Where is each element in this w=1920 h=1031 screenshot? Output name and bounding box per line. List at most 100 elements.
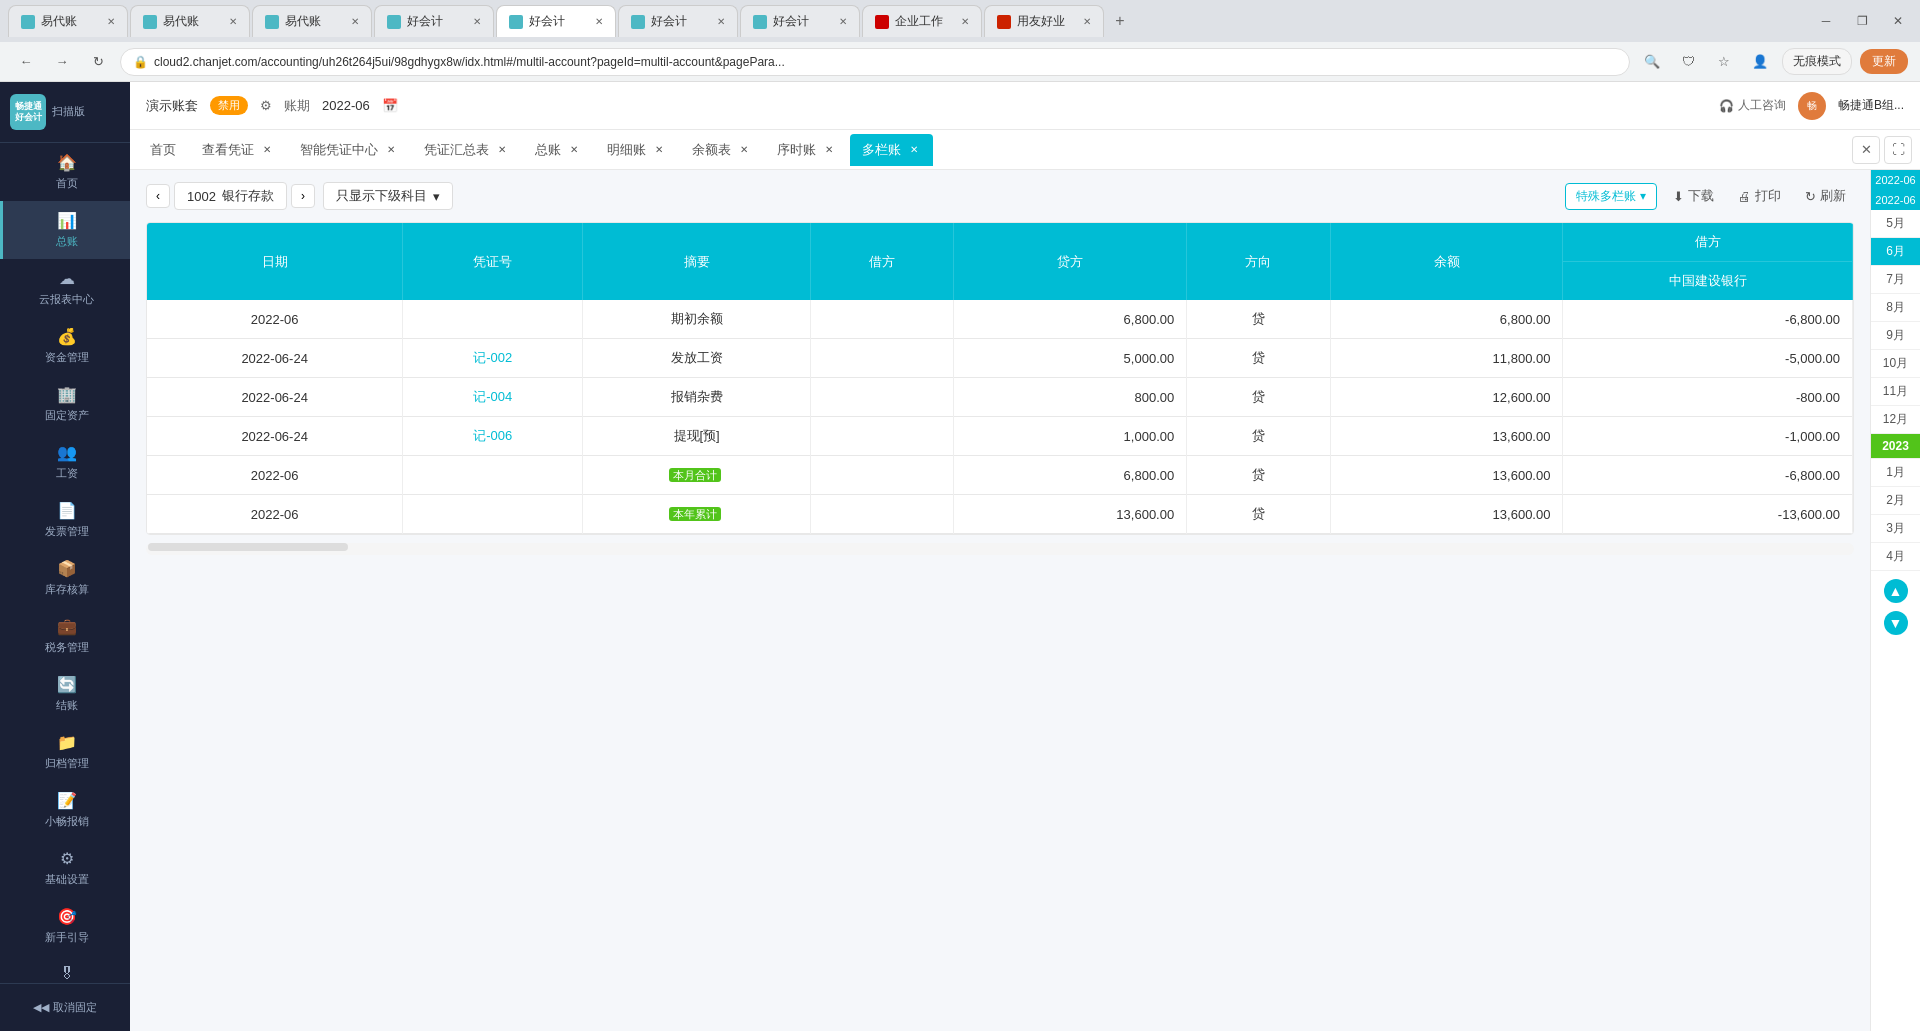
settings-gear-icon[interactable]: ⚙ <box>260 98 272 113</box>
sidebar-item-expense[interactable]: 📝 小畅报销 <box>0 781 130 839</box>
browser-tab-1[interactable]: 易代账 ✕ <box>8 5 128 37</box>
account-selector[interactable]: 1002 银行存款 <box>174 182 287 210</box>
print-button[interactable]: 🖨 打印 <box>1730 183 1789 209</box>
tab-voucher-summary[interactable]: 凭证汇总表 ✕ <box>412 134 521 166</box>
tab-smart-voucher[interactable]: 智能凭证中心 ✕ <box>288 134 410 166</box>
sidebar-item-cloud-report[interactable]: ☁ 云报表中心 <box>0 259 130 317</box>
download-button[interactable]: ⬇ 下载 <box>1665 183 1722 209</box>
tab-voucher-summary-close[interactable]: ✕ <box>495 143 509 157</box>
browser-tab-6[interactable]: 好会计 ✕ <box>618 5 738 37</box>
tab-general-ledger[interactable]: 总账 ✕ <box>523 134 593 166</box>
cal-month-7[interactable]: 7月 <box>1871 266 1920 294</box>
next-account-button[interactable]: › <box>291 184 315 208</box>
tab-home[interactable]: 首页 <box>138 134 188 166</box>
cal-month-10[interactable]: 10月 <box>1871 350 1920 378</box>
profile-icon[interactable]: 👤 <box>1746 48 1774 76</box>
star-icon[interactable]: ☆ <box>1710 48 1738 76</box>
tab-close-1[interactable]: ✕ <box>107 16 115 27</box>
sidebar-item-guide[interactable]: 🎯 新手引导 <box>0 897 130 955</box>
close-window-button[interactable]: ✕ <box>1884 7 1912 35</box>
tab-view-voucher-close[interactable]: ✕ <box>260 143 274 157</box>
tab-close-5[interactable]: ✕ <box>595 16 603 27</box>
tab-smart-voucher-close[interactable]: ✕ <box>384 143 398 157</box>
horizontal-scrollbar[interactable] <box>146 543 1854 555</box>
tab-view-voucher[interactable]: 查看凭证 ✕ <box>190 134 286 166</box>
back-button[interactable]: ← <box>12 48 40 76</box>
tab-multicolumn-ledger[interactable]: 多栏账 ✕ <box>850 134 933 166</box>
browser-tab-9[interactable]: 用友好业 ✕ <box>984 5 1104 37</box>
sidebar-item-settings-label: 基础设置 <box>45 872 89 887</box>
tab-close-3[interactable]: ✕ <box>351 16 359 27</box>
tab-general-ledger-close[interactable]: ✕ <box>567 143 581 157</box>
cal-month-6[interactable]: 6月 <box>1871 238 1920 266</box>
cal-month-8[interactable]: 8月 <box>1871 294 1920 322</box>
sidebar-item-member[interactable]: 🎖 畅会员 <box>0 955 130 983</box>
sidebar-item-fixed-assets[interactable]: 🏢 固定资产 <box>0 375 130 433</box>
restore-button[interactable]: ❐ <box>1848 7 1876 35</box>
sidebar-item-tax[interactable]: 💼 税务管理 <box>0 607 130 665</box>
browser-tab-7[interactable]: 好会计 ✕ <box>740 5 860 37</box>
prev-account-button[interactable]: ‹ <box>146 184 170 208</box>
address-bar[interactable]: 🔒 cloud2.chanjet.com/accounting/uh26t264… <box>120 48 1630 76</box>
cal-month-11[interactable]: 11月 <box>1871 378 1920 406</box>
browser-tab-3[interactable]: 易代账 ✕ <box>252 5 372 37</box>
browser-tab-5[interactable]: 好会计 ✕ <box>496 5 616 37</box>
tab-close-8[interactable]: ✕ <box>961 16 969 27</box>
browser-tab-4[interactable]: 好会计 ✕ <box>374 5 494 37</box>
tab-detail-ledger[interactable]: 明细账 ✕ <box>595 134 678 166</box>
tab-multicolumn-close[interactable]: ✕ <box>907 143 921 157</box>
cal-month-5[interactable]: 5月 <box>1871 210 1920 238</box>
cal-month-9[interactable]: 9月 <box>1871 322 1920 350</box>
cal-month-3-2023[interactable]: 3月 <box>1871 515 1920 543</box>
sidebar-item-archive[interactable]: 📁 归档管理 <box>0 723 130 781</box>
cal-up-button[interactable]: ▲ <box>1884 579 1908 603</box>
voucher-link-2[interactable]: 记-004 <box>473 389 512 404</box>
reload-button[interactable]: ↻ <box>84 48 112 76</box>
consultant-button[interactable]: 🎧 人工咨询 <box>1719 97 1786 114</box>
sidebar-item-home[interactable]: 🏠 首页 <box>0 143 130 201</box>
cal-month-2-2023[interactable]: 2月 <box>1871 487 1920 515</box>
tab-close-9[interactable]: ✕ <box>1083 16 1091 27</box>
sidebar-item-payroll[interactable]: 👥 工资 <box>0 433 130 491</box>
sidebar-item-funds[interactable]: 💰 资金管理 <box>0 317 130 375</box>
shield-icon[interactable]: 🛡 <box>1674 48 1702 76</box>
tab-detail-ledger-close[interactable]: ✕ <box>652 143 666 157</box>
tab-close-2[interactable]: ✕ <box>229 16 237 27</box>
voucher-link-1[interactable]: 记-002 <box>473 350 512 365</box>
minimize-button[interactable]: ─ <box>1812 7 1840 35</box>
browser-tab-2[interactable]: 易代账 ✕ <box>130 5 250 37</box>
print-label: 打印 <box>1755 187 1781 205</box>
cal-down-button[interactable]: ▼ <box>1884 611 1908 635</box>
sidebar-pin-button[interactable]: ◀◀ 取消固定 <box>4 994 126 1021</box>
cal-month-12[interactable]: 12月 <box>1871 406 1920 434</box>
tab-balance-sheet[interactable]: 余额表 ✕ <box>680 134 763 166</box>
cell-credit-5: 13,600.00 <box>954 495 1187 534</box>
cal-month-4-2023[interactable]: 4月 <box>1871 543 1920 571</box>
calendar-icon[interactable]: 📅 <box>382 98 398 113</box>
sidebar-item-inventory[interactable]: 📦 库存核算 <box>0 549 130 607</box>
update-button[interactable]: 更新 <box>1860 49 1908 74</box>
tab-journal[interactable]: 序时账 ✕ <box>765 134 848 166</box>
refresh-button[interactable]: ↻ 刷新 <box>1797 183 1854 209</box>
tab-journal-close[interactable]: ✕ <box>822 143 836 157</box>
forward-button[interactable]: → <box>48 48 76 76</box>
wuhen-mode-button[interactable]: 无痕模式 <box>1782 48 1852 75</box>
collapse-tabs-button[interactable]: ✕ <box>1852 136 1880 164</box>
tab-close-7[interactable]: ✕ <box>839 16 847 27</box>
tab-close-4[interactable]: ✕ <box>473 16 481 27</box>
sidebar-item-settings[interactable]: ⚙ 基础设置 <box>0 839 130 897</box>
new-tab-button[interactable]: + <box>1106 7 1134 35</box>
voucher-link-3[interactable]: 记-006 <box>473 428 512 443</box>
search-icon[interactable]: 🔍 <box>1638 48 1666 76</box>
tab-close-6[interactable]: ✕ <box>717 16 725 27</box>
special-multiledger-button[interactable]: 特殊多栏账 ▾ <box>1565 183 1657 210</box>
sub-filter-dropdown[interactable]: 只显示下级科目 ▾ <box>323 182 453 210</box>
tab-balance-sheet-close[interactable]: ✕ <box>737 143 751 157</box>
sidebar-item-invoices[interactable]: 📄 发票管理 <box>0 491 130 549</box>
browser-tab-8[interactable]: 企业工作 ✕ <box>862 5 982 37</box>
cell-debit-3 <box>810 417 953 456</box>
expand-button[interactable]: ⛶ <box>1884 136 1912 164</box>
sidebar-item-closing[interactable]: 🔄 结账 <box>0 665 130 723</box>
sidebar-item-ledger[interactable]: 📊 总账 <box>0 201 130 259</box>
cal-month-1-2023[interactable]: 1月 <box>1871 459 1920 487</box>
